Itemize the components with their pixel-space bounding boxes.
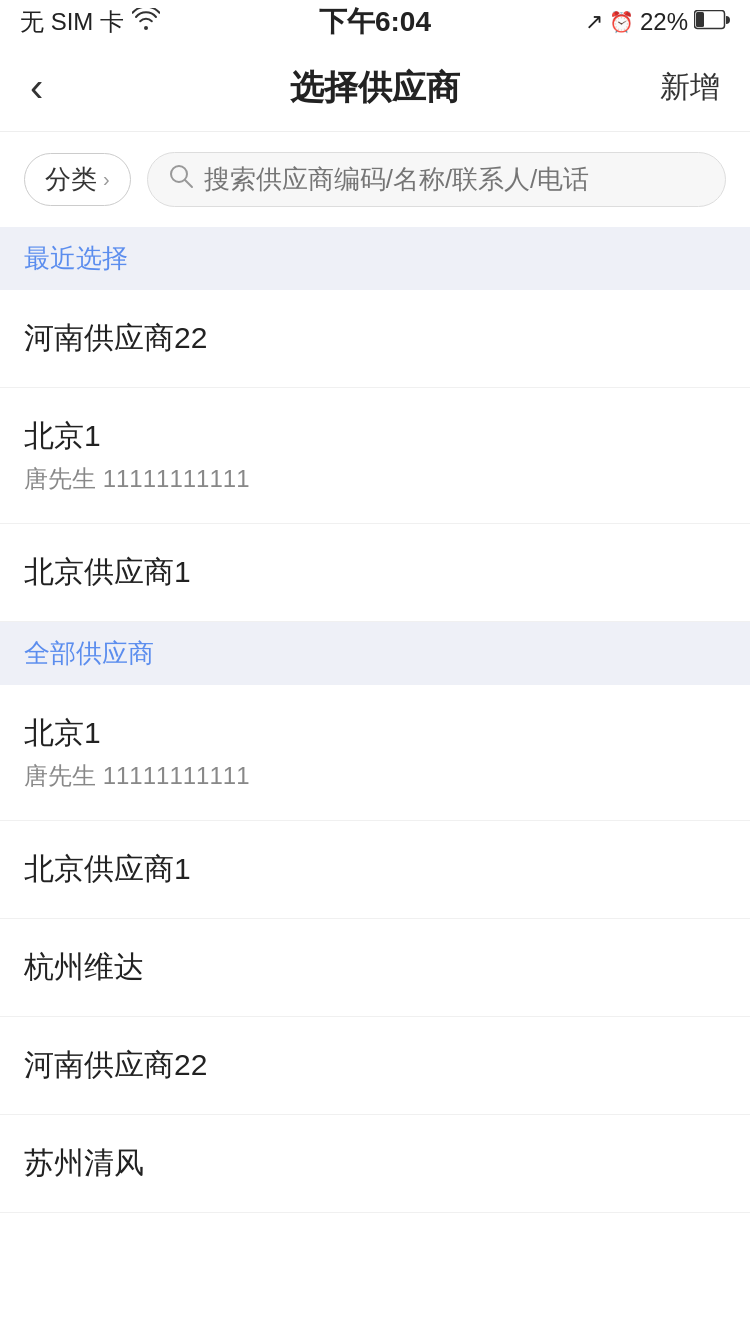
search-icon — [168, 163, 194, 196]
location-icon: ↗ — [585, 9, 603, 35]
list-item[interactable]: 北京供应商1 — [0, 524, 750, 622]
recent-items-list: 河南供应商22 北京1 唐先生 11111111111 北京供应商1 — [0, 290, 750, 622]
list-item[interactable]: 河南供应商22 — [0, 1017, 750, 1115]
item-name: 河南供应商22 — [24, 318, 726, 359]
category-filter[interactable]: 分类 › — [24, 153, 131, 206]
list-item[interactable]: 苏州清风 — [0, 1115, 750, 1213]
all-section-label: 全部供应商 — [24, 638, 154, 668]
filter-bar: 分类 › — [0, 132, 750, 227]
item-name: 北京1 — [24, 416, 726, 457]
item-name: 苏州清风 — [24, 1143, 726, 1184]
list-item[interactable]: 北京1 唐先生 11111111111 — [0, 685, 750, 821]
item-name: 北京供应商1 — [24, 849, 726, 890]
alarm-icon: ⏰ — [609, 10, 634, 34]
list-item[interactable]: 北京供应商1 — [0, 821, 750, 919]
status-bar-left: 无 SIM 卡 — [20, 6, 160, 38]
search-box[interactable] — [147, 152, 726, 207]
svg-rect-1 — [696, 12, 704, 27]
search-input[interactable] — [204, 164, 705, 195]
no-sim-text: 无 SIM 卡 — [20, 6, 124, 38]
all-section-header: 全部供应商 — [0, 622, 750, 685]
battery-icon — [694, 8, 730, 36]
list-item[interactable]: 北京1 唐先生 11111111111 — [0, 388, 750, 524]
svg-line-3 — [185, 180, 192, 187]
list-item[interactable]: 杭州维达 — [0, 919, 750, 1017]
status-bar: 无 SIM 卡 下午6:04 ↗ ⏰ 22% — [0, 0, 750, 44]
item-name: 北京1 — [24, 713, 726, 754]
status-bar-right: ↗ ⏰ 22% — [585, 8, 730, 36]
item-sub: 唐先生 11111111111 — [24, 463, 726, 495]
add-button[interactable]: 新增 — [660, 67, 720, 108]
all-items-list: 北京1 唐先生 11111111111 北京供应商1 杭州维达 河南供应商22 … — [0, 685, 750, 1213]
item-name: 杭州维达 — [24, 947, 726, 988]
status-bar-time: 下午6:04 — [319, 3, 431, 41]
back-button[interactable]: ‹ — [30, 65, 90, 110]
page-title: 选择供应商 — [290, 65, 460, 111]
category-label: 分类 — [45, 162, 97, 197]
item-name: 北京供应商1 — [24, 552, 726, 593]
list-item[interactable]: 河南供应商22 — [0, 290, 750, 388]
battery-percent: 22% — [640, 8, 688, 36]
wifi-icon — [132, 8, 160, 36]
recent-section-header: 最近选择 — [0, 227, 750, 290]
recent-section-label: 最近选择 — [24, 243, 128, 273]
chevron-right-icon: › — [103, 168, 110, 191]
item-sub: 唐先生 11111111111 — [24, 760, 726, 792]
item-name: 河南供应商22 — [24, 1045, 726, 1086]
nav-bar: ‹ 选择供应商 新增 — [0, 44, 750, 132]
